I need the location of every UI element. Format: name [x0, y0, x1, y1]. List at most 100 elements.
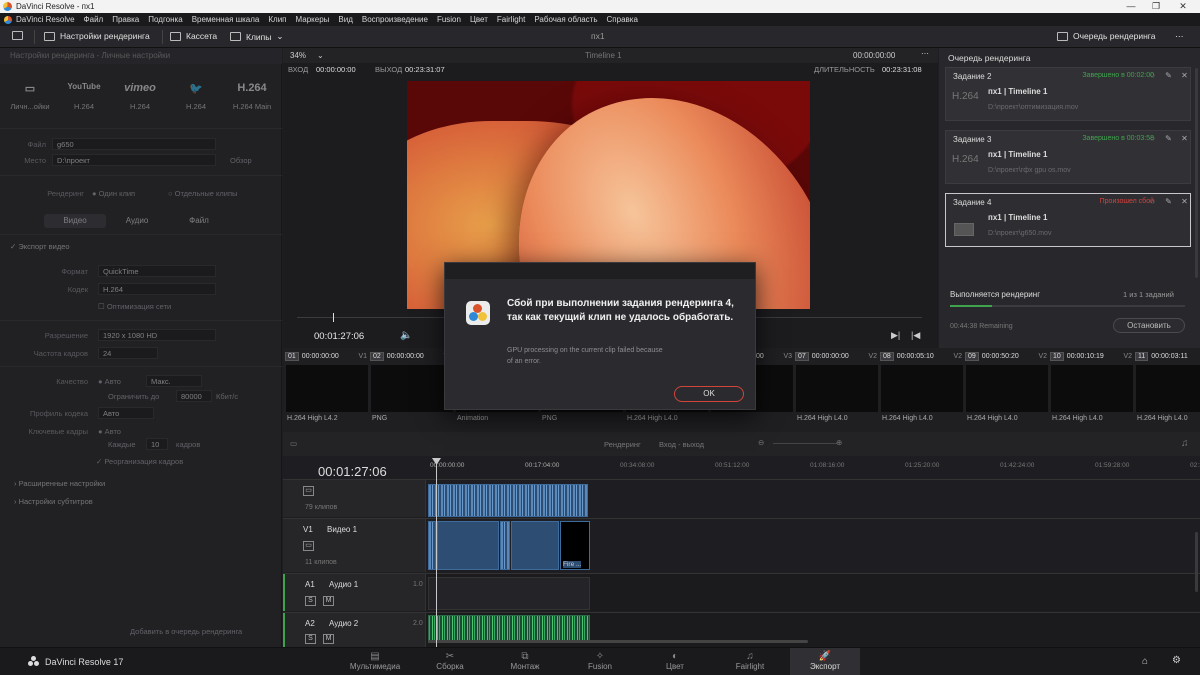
preset-custom[interactable]: ▭ Личн...ойки: [8, 82, 52, 111]
solo-icon[interactable]: S: [305, 634, 316, 644]
advanced-settings-toggle[interactable]: › Расширенные настройки: [14, 479, 105, 488]
video-clip[interactable]: [428, 484, 588, 517]
track-view-icon[interactable]: ▭: [303, 541, 314, 551]
add-to-queue-button[interactable]: Добавить в очередь рендеринга: [130, 627, 242, 636]
home-icon[interactable]: ⌂: [1142, 656, 1148, 667]
video-clip[interactable]: [428, 521, 436, 570]
video-clip[interactable]: [500, 521, 510, 570]
menu-item[interactable]: Fairlight: [497, 15, 525, 24]
video-clip[interactable]: [437, 521, 499, 570]
keyframes-every-radio[interactable]: Каждые: [108, 440, 136, 449]
quality-auto-radio[interactable]: ● Авто: [98, 377, 121, 386]
volume-icon[interactable]: 🔈: [400, 330, 412, 341]
tab-file[interactable]: Файл: [172, 214, 226, 228]
mute-icon[interactable]: M: [323, 596, 334, 606]
stop-render-button[interactable]: Остановить: [1113, 318, 1185, 333]
close-icon[interactable]: ✕: [1180, 134, 1189, 143]
bell-icon[interactable]: ◌: [1148, 71, 1157, 80]
menu-item[interactable]: Рабочая область: [534, 15, 597, 24]
bell-icon[interactable]: ◌: [1148, 134, 1157, 143]
menu-item[interactable]: Временная шкала: [192, 15, 260, 24]
close-icon[interactable]: ✕: [1172, 0, 1194, 13]
render-job[interactable]: Задание 3 Завершено в 00:03:58 ◌ ✎ ✕ H.2…: [945, 130, 1191, 184]
render-separate-radio[interactable]: ○ Отдельные клипы: [168, 189, 237, 198]
fps-select[interactable]: 24: [98, 347, 158, 359]
zoom-slider[interactable]: [773, 443, 837, 444]
track-view-icon[interactable]: ▭: [303, 486, 314, 496]
preset-h264[interactable]: H.264 H.264 Main: [230, 82, 274, 111]
maximize-icon[interactable]: ❐: [1145, 0, 1167, 13]
clip-thumbnail[interactable]: 09 00:00:50:20 V2 H.264 High L4.0: [965, 350, 1049, 428]
more-options-icon[interactable]: ⋯: [921, 49, 929, 58]
menu-item[interactable]: DaVinci Resolve: [16, 15, 75, 24]
limit-input[interactable]: 80000: [176, 390, 212, 402]
edit-icon[interactable]: ✎: [1164, 134, 1173, 143]
out-value[interactable]: 00:23:31:07: [405, 65, 445, 74]
preset-twitter[interactable]: 🐦 H.264: [174, 82, 218, 111]
audio-clip[interactable]: [428, 615, 590, 643]
monitor-icon[interactable]: [12, 31, 23, 40]
last-frame-icon[interactable]: |◀: [911, 330, 920, 341]
filename-input[interactable]: g650: [52, 138, 216, 150]
menu-item[interactable]: Правка: [112, 15, 139, 24]
resolution-select[interactable]: 1920 x 1080 HD: [98, 329, 216, 341]
video-clip[interactable]: Fire ...: [560, 521, 590, 570]
page-tab[interactable]: ▤ Мультимедиа: [340, 648, 410, 675]
timeline-ruler[interactable]: 00:00:00:00 00:17:04:00 00:34:08:00 00:51:1…: [428, 460, 1200, 474]
menu-item[interactable]: Клип: [268, 15, 286, 24]
clip-thumbnail[interactable]: 01 00:00:00:00 V1 H.264 High L4.2: [285, 350, 369, 428]
edit-icon[interactable]: ✎: [1164, 71, 1173, 80]
edit-icon[interactable]: ✎: [1164, 197, 1173, 206]
settings-gear-icon[interactable]: ⚙: [1172, 655, 1181, 666]
menu-item[interactable]: Воспроизведение: [362, 15, 428, 24]
in-value[interactable]: 00:00:00:00: [316, 65, 356, 74]
page-tab[interactable]: ◐ Цвет: [640, 648, 710, 675]
render-job[interactable]: Задание 2 Завершено в 00:02:00 ◌ ✎ ✕ H.2…: [945, 67, 1191, 121]
profile-select[interactable]: Авто: [98, 407, 154, 419]
timeline-name[interactable]: Timeline 1: [585, 51, 622, 60]
tab-audio[interactable]: Аудио: [110, 214, 164, 228]
timeline-scrollbar[interactable]: [428, 640, 808, 643]
ok-button[interactable]: OK: [674, 386, 744, 402]
timeline-playhead[interactable]: [436, 460, 437, 647]
render-job-selected[interactable]: Задание 4 Произошел сбой ◌ ✎ ✕ пх1 | Tim…: [945, 193, 1191, 247]
render-range-select[interactable]: Вход - выход: [659, 440, 704, 449]
menu-item[interactable]: Fusion: [437, 15, 461, 24]
zoom-in-icon[interactable]: ⊕: [836, 438, 842, 447]
preset-vimeo[interactable]: vimeo H.264: [118, 82, 162, 111]
clip-thumbnail[interactable]: 07 00:00:00:00 V2 H.264 High L4.0: [795, 350, 879, 428]
close-icon[interactable]: ✕: [1180, 197, 1189, 206]
menu-item[interactable]: Подгонка: [148, 15, 182, 24]
render-single-radio[interactable]: ● Один клип: [92, 189, 135, 198]
page-tab[interactable]: ⧉ Монтаж: [490, 648, 560, 675]
page-tab[interactable]: ✧ Fusion: [565, 648, 635, 675]
minimize-icon[interactable]: —: [1120, 0, 1142, 13]
solo-icon[interactable]: S: [305, 596, 316, 606]
render-settings-button[interactable]: Настройки рендеринга: [44, 31, 150, 41]
clip-thumbnail[interactable]: 08 00:00:05:10 V2 H.264 High L4.0: [880, 350, 964, 428]
quality-select[interactable]: Макс.: [146, 375, 202, 387]
scrub-playhead[interactable]: [333, 313, 334, 322]
page-tab[interactable]: ♫ Fairlight: [715, 648, 785, 675]
export-video-checkbox[interactable]: ✓ Экспорт видео: [10, 242, 70, 251]
zoom-select[interactable]: 34%: [290, 51, 306, 60]
mute-icon[interactable]: M: [323, 634, 334, 644]
timecode-display[interactable]: 00:00:00:00: [853, 51, 895, 60]
menu-item[interactable]: Вид: [338, 15, 352, 24]
audio-icon[interactable]: ♫: [1181, 438, 1189, 449]
bell-icon[interactable]: ◌: [1148, 197, 1157, 206]
preset-youtube[interactable]: YouTube H.264: [62, 82, 106, 111]
codec-select[interactable]: H.264: [98, 283, 216, 295]
browse-button[interactable]: Обзор: [230, 156, 252, 165]
menu-item[interactable]: Файл: [84, 15, 104, 24]
timeline-options-icon[interactable]: ▭: [290, 439, 297, 448]
tab-video[interactable]: Видео: [44, 214, 106, 228]
menu-item[interactable]: Справка: [607, 15, 638, 24]
keyframes-input[interactable]: 10: [146, 438, 168, 450]
menu-item[interactable]: Цвет: [470, 15, 488, 24]
clip-thumbnail[interactable]: 0200:00:00:00V1 PNG: [370, 350, 454, 428]
cassette-button[interactable]: Кассета: [170, 31, 217, 41]
more-options-icon[interactable]: ⋯: [1175, 31, 1184, 42]
subtitle-settings-toggle[interactable]: › Настройки субтитров: [14, 497, 93, 506]
next-frame-icon[interactable]: ▶|: [891, 330, 900, 341]
